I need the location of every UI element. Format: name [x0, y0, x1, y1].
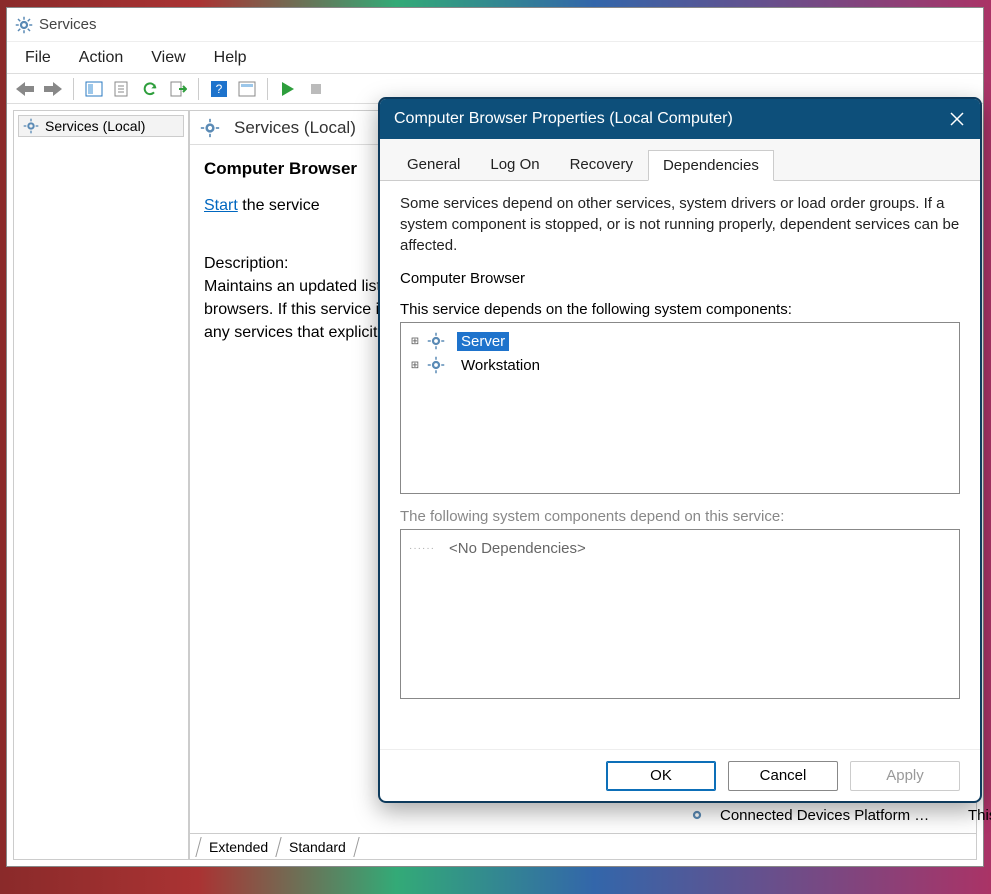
- menu-view[interactable]: View: [137, 45, 199, 71]
- tab-standard[interactable]: Standard: [275, 837, 359, 857]
- no-dependencies-label: <No Dependencies>: [443, 538, 592, 559]
- toolbar-separator: [267, 78, 268, 100]
- tab-recovery[interactable]: Recovery: [555, 149, 648, 180]
- tab-extended[interactable]: Extended: [195, 837, 282, 857]
- tree-node-label: Server: [457, 332, 509, 351]
- depended-by-tree[interactable]: ······ <No Dependencies>: [400, 529, 960, 699]
- console-button[interactable]: [235, 77, 259, 101]
- dialog-tabstrip: General Log On Recovery Dependencies: [380, 139, 980, 181]
- show-hide-tree-button[interactable]: [82, 77, 106, 101]
- apply-button[interactable]: Apply: [850, 761, 960, 791]
- menubar: File Action View Help: [7, 42, 983, 74]
- dialog-body: Some services depend on other services, …: [380, 181, 980, 749]
- view-tabs: Extended Standard: [190, 833, 976, 859]
- console-tree: Services (Local): [13, 110, 189, 860]
- menu-file[interactable]: File: [11, 45, 65, 71]
- gear-icon: [427, 332, 445, 350]
- depended-by-label: The following system components depend o…: [400, 508, 960, 525]
- depends-on-label: This service depends on the following sy…: [400, 301, 960, 318]
- ok-button[interactable]: OK: [606, 761, 716, 791]
- window-title: Services: [39, 16, 97, 33]
- menu-help[interactable]: Help: [200, 45, 261, 71]
- tab-general[interactable]: General: [392, 149, 475, 180]
- service-row-name: Connected Devices Platform …: [720, 807, 960, 824]
- expand-icon[interactable]: ⊞: [409, 335, 421, 347]
- tree-root-label: Services (Local): [45, 118, 145, 134]
- gear-icon: [427, 356, 445, 374]
- dialog-titlebar[interactable]: Computer Browser Properties (Local Compu…: [380, 99, 980, 139]
- start-service-link[interactable]: Start: [204, 197, 238, 214]
- refresh-button[interactable]: [138, 77, 162, 101]
- forward-button[interactable]: [41, 77, 65, 101]
- start-service-suffix: the service: [238, 197, 320, 214]
- service-list-row[interactable]: Connected Devices Platform … This servic…: [688, 803, 991, 827]
- export-list-button[interactable]: [166, 77, 190, 101]
- gear-icon: [23, 118, 39, 134]
- tree-root-services-local[interactable]: Services (Local): [18, 115, 184, 137]
- tree-node-workstation[interactable]: ⊞ Workstation: [409, 353, 951, 377]
- dialog-button-row: OK Cancel Apply: [380, 749, 980, 801]
- stop-service-button[interactable]: [304, 77, 328, 101]
- tab-logon[interactable]: Log On: [475, 149, 554, 180]
- toolbar-separator: [73, 78, 74, 100]
- dots-icon: ······: [409, 543, 437, 554]
- services-app-icon: [15, 16, 33, 34]
- no-dependencies-node: ······ <No Dependencies>: [409, 536, 951, 560]
- titlebar: Services: [7, 8, 983, 42]
- svg-text:?: ?: [216, 82, 223, 96]
- tree-node-label: Workstation: [457, 356, 544, 375]
- tree-node-server[interactable]: ⊞ Server: [409, 329, 951, 353]
- menu-action[interactable]: Action: [65, 45, 137, 71]
- close-icon[interactable]: [948, 110, 966, 128]
- properties-dialog: Computer Browser Properties (Local Compu…: [378, 97, 982, 803]
- service-row-desc: This service i…: [968, 807, 991, 824]
- dependencies-info-text: Some services depend on other services, …: [400, 193, 960, 256]
- help-button[interactable]: ?: [207, 77, 231, 101]
- toolbar-separator: [198, 78, 199, 100]
- gear-icon: [200, 118, 220, 138]
- back-button[interactable]: [13, 77, 37, 101]
- dialog-title: Computer Browser Properties (Local Compu…: [394, 110, 733, 128]
- tab-dependencies[interactable]: Dependencies: [648, 150, 774, 181]
- properties-button[interactable]: [110, 77, 134, 101]
- gear-icon: [688, 806, 706, 824]
- depends-on-tree[interactable]: ⊞ Server ⊞ Workstation: [400, 322, 960, 494]
- expand-icon[interactable]: ⊞: [409, 359, 421, 371]
- dialog-service-name: Computer Browser: [400, 270, 960, 287]
- start-service-button[interactable]: [276, 77, 300, 101]
- cancel-button[interactable]: Cancel: [728, 761, 838, 791]
- detail-header-title: Services (Local): [234, 118, 356, 138]
